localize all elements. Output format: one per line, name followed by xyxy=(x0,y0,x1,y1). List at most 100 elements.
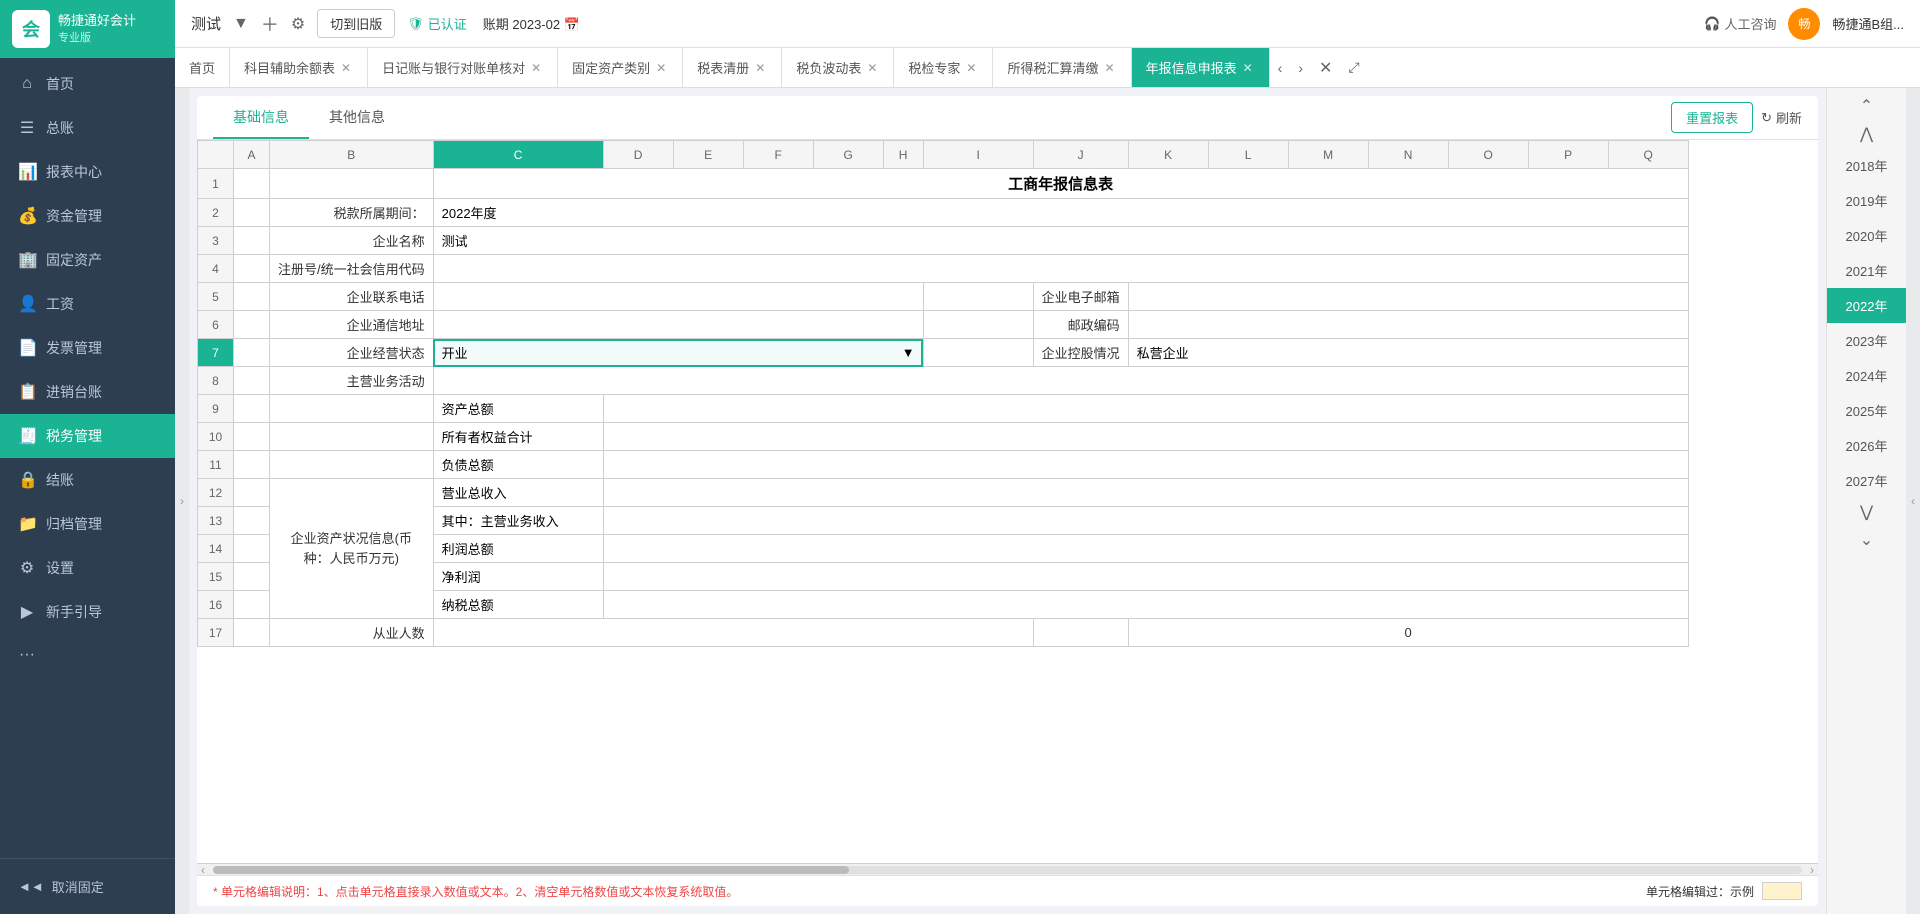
year-item-2026[interactable]: 2026年 xyxy=(1827,428,1906,463)
sub-tab-other[interactable]: 其他信息 xyxy=(309,97,405,139)
sidebar-item-extra[interactable]: ··· xyxy=(0,634,175,676)
year-panel-expand-down[interactable]: ⋁ xyxy=(1827,498,1906,526)
tab-close-tax-form[interactable]: ✕ xyxy=(753,61,767,75)
tab-expand-button[interactable]: ⤢ xyxy=(1340,48,1367,88)
year-item-2025[interactable]: 2025年 xyxy=(1827,393,1906,428)
tab-close-annual[interactable]: ✕ xyxy=(1241,61,1255,75)
cell-5-C[interactable] xyxy=(433,283,923,311)
year-item-2020[interactable]: 2020年 xyxy=(1827,218,1906,253)
cell-9-D[interactable] xyxy=(603,395,1688,423)
collapse-bar-left[interactable]: › xyxy=(175,88,189,914)
sidebar-item-reports[interactable]: 📊 报表中心 xyxy=(0,150,175,194)
sidebar-item-guide[interactable]: ▶ 新手引导 xyxy=(0,590,175,634)
tab-close-all-button[interactable]: ✕ xyxy=(1311,48,1340,88)
col-header-H[interactable]: H xyxy=(883,141,923,169)
col-header-F[interactable]: F xyxy=(743,141,813,169)
year-item-2021[interactable]: 2021年 xyxy=(1827,253,1906,288)
tab-prev-button[interactable]: ‹ xyxy=(1270,48,1291,88)
tab-journal[interactable]: 日记账与银行对账单核对 ✕ xyxy=(368,48,558,88)
col-header-K[interactable]: K xyxy=(1128,141,1208,169)
tab-home[interactable]: 首页 xyxy=(175,48,230,88)
sub-tab-basic[interactable]: 基础信息 xyxy=(213,97,309,139)
hscroll-track[interactable] xyxy=(213,866,1802,874)
cell-8-C[interactable] xyxy=(433,367,1688,395)
old-version-button[interactable]: 切到旧版 xyxy=(317,9,395,38)
tab-close-tax-expert[interactable]: ✕ xyxy=(964,61,978,75)
year-panel-expand-up[interactable]: ⋀ xyxy=(1827,120,1906,148)
sidebar-item-purchase[interactable]: 📋 进销台账 xyxy=(0,370,175,414)
unpin-button[interactable]: ◄◄ 取消固定 xyxy=(18,869,157,904)
sidebar-item-funds[interactable]: 💰 资金管理 xyxy=(0,194,175,238)
year-item-2024[interactable]: 2024年 xyxy=(1827,358,1906,393)
year-item-2019[interactable]: 2019年 xyxy=(1827,183,1906,218)
col-header-M[interactable]: M xyxy=(1288,141,1368,169)
cell-2-C[interactable]: 2022年度 xyxy=(433,199,1688,227)
cell-7-C[interactable]: 开业 ▼ xyxy=(433,339,923,367)
col-header-P[interactable]: P xyxy=(1528,141,1608,169)
hscroll-thumb[interactable] xyxy=(213,866,849,874)
reset-report-button[interactable]: 重置报表 xyxy=(1671,102,1753,133)
cell-17-J[interactable]: 0 xyxy=(1128,619,1688,647)
col-header-N[interactable]: N xyxy=(1368,141,1448,169)
cell-10-D[interactable] xyxy=(603,423,1688,451)
sidebar-item-tax[interactable]: 🧾 税务管理 xyxy=(0,414,175,458)
calendar-icon[interactable]: 📅 xyxy=(564,17,580,32)
sidebar-item-payroll[interactable]: 👤 工资 xyxy=(0,282,175,326)
cell-12-D[interactable] xyxy=(603,479,1688,507)
year-item-2018[interactable]: 2018年 xyxy=(1827,148,1906,183)
tab-tax-wave[interactable]: 税负波动表 ✕ xyxy=(782,48,894,88)
tab-next-button[interactable]: › xyxy=(1290,48,1311,88)
refresh-button[interactable]: ↻ 刷新 xyxy=(1761,108,1802,127)
cell-3-C[interactable]: 测试 xyxy=(433,227,1688,255)
sidebar-item-invoice[interactable]: 📄 发票管理 xyxy=(0,326,175,370)
tab-assets-cat[interactable]: 固定资产类别 ✕ xyxy=(558,48,683,88)
topbar-dropdown-icon[interactable]: ▼ xyxy=(233,15,249,33)
cell-14-D[interactable] xyxy=(603,535,1688,563)
sidebar-item-home[interactable]: ⌂ 首页 xyxy=(0,62,175,106)
sheet-scroll-area[interactable]: A B C D E F G H I J K L xyxy=(197,140,1818,863)
tab-annual[interactable]: 年报信息申报表 ✕ xyxy=(1132,48,1270,88)
cell-15-D[interactable] xyxy=(603,563,1688,591)
cell-13-D[interactable] xyxy=(603,507,1688,535)
sidebar-item-settings[interactable]: ⚙ 设置 xyxy=(0,546,175,590)
cell-5-K[interactable] xyxy=(1128,283,1688,311)
tab-close-aux[interactable]: ✕ xyxy=(339,61,353,75)
year-panel-up-btn[interactable]: ⌃ xyxy=(1827,92,1906,120)
cell-6-K[interactable] xyxy=(1128,311,1688,339)
col-header-J[interactable]: J xyxy=(1033,141,1128,169)
col-header-I[interactable]: I xyxy=(923,141,1033,169)
col-header-L[interactable]: L xyxy=(1208,141,1288,169)
cell-11-D[interactable] xyxy=(603,451,1688,479)
tab-close-tax-calc[interactable]: ✕ xyxy=(1103,61,1117,75)
tab-close-assets-cat[interactable]: ✕ xyxy=(654,61,668,75)
sidebar-item-archive[interactable]: 📁 归档管理 xyxy=(0,502,175,546)
cell-1-title[interactable]: 工商年报信息表 xyxy=(433,169,1688,199)
col-header-G[interactable]: G xyxy=(813,141,883,169)
tab-close-journal[interactable]: ✕ xyxy=(529,61,543,75)
cell-7-K[interactable]: 私营企业 xyxy=(1128,339,1688,367)
cell-6-C[interactable] xyxy=(433,311,923,339)
collapse-bar-right[interactable]: ‹ xyxy=(1906,88,1920,914)
topbar-settings-icon[interactable]: ⚙ xyxy=(291,14,305,34)
col-header-Q[interactable]: Q xyxy=(1608,141,1688,169)
topbar-add-button[interactable]: ＋ xyxy=(261,11,279,37)
tab-tax-expert[interactable]: 税检专家 ✕ xyxy=(894,48,993,88)
tab-tax-calc[interactable]: 所得税汇算清缴 ✕ xyxy=(993,48,1131,88)
sidebar-item-close[interactable]: 🔒 结账 xyxy=(0,458,175,502)
col-header-B[interactable]: B xyxy=(270,141,434,169)
col-header-O[interactable]: O xyxy=(1448,141,1528,169)
col-header-D[interactable]: D xyxy=(603,141,673,169)
cell-4-C[interactable] xyxy=(433,255,1688,283)
tab-aux[interactable]: 科目辅助余额表 ✕ xyxy=(230,48,368,88)
tab-tax-form[interactable]: 税表清册 ✕ xyxy=(683,48,782,88)
cell-16-D[interactable] xyxy=(603,591,1688,619)
tab-close-tax-wave[interactable]: ✕ xyxy=(865,61,879,75)
sidebar-item-ledger[interactable]: ☰ 总账 xyxy=(0,106,175,150)
year-panel-down-btn[interactable]: ⌄ xyxy=(1827,526,1906,554)
col-header-C[interactable]: C xyxy=(433,141,603,169)
year-item-2023[interactable]: 2023年 xyxy=(1827,323,1906,358)
service-button[interactable]: 🎧 人工咨询 xyxy=(1704,14,1776,33)
col-header-A[interactable]: A xyxy=(234,141,270,169)
sidebar-item-assets[interactable]: 🏢 固定资产 xyxy=(0,238,175,282)
year-item-2022[interactable]: 2022年 xyxy=(1827,288,1906,323)
